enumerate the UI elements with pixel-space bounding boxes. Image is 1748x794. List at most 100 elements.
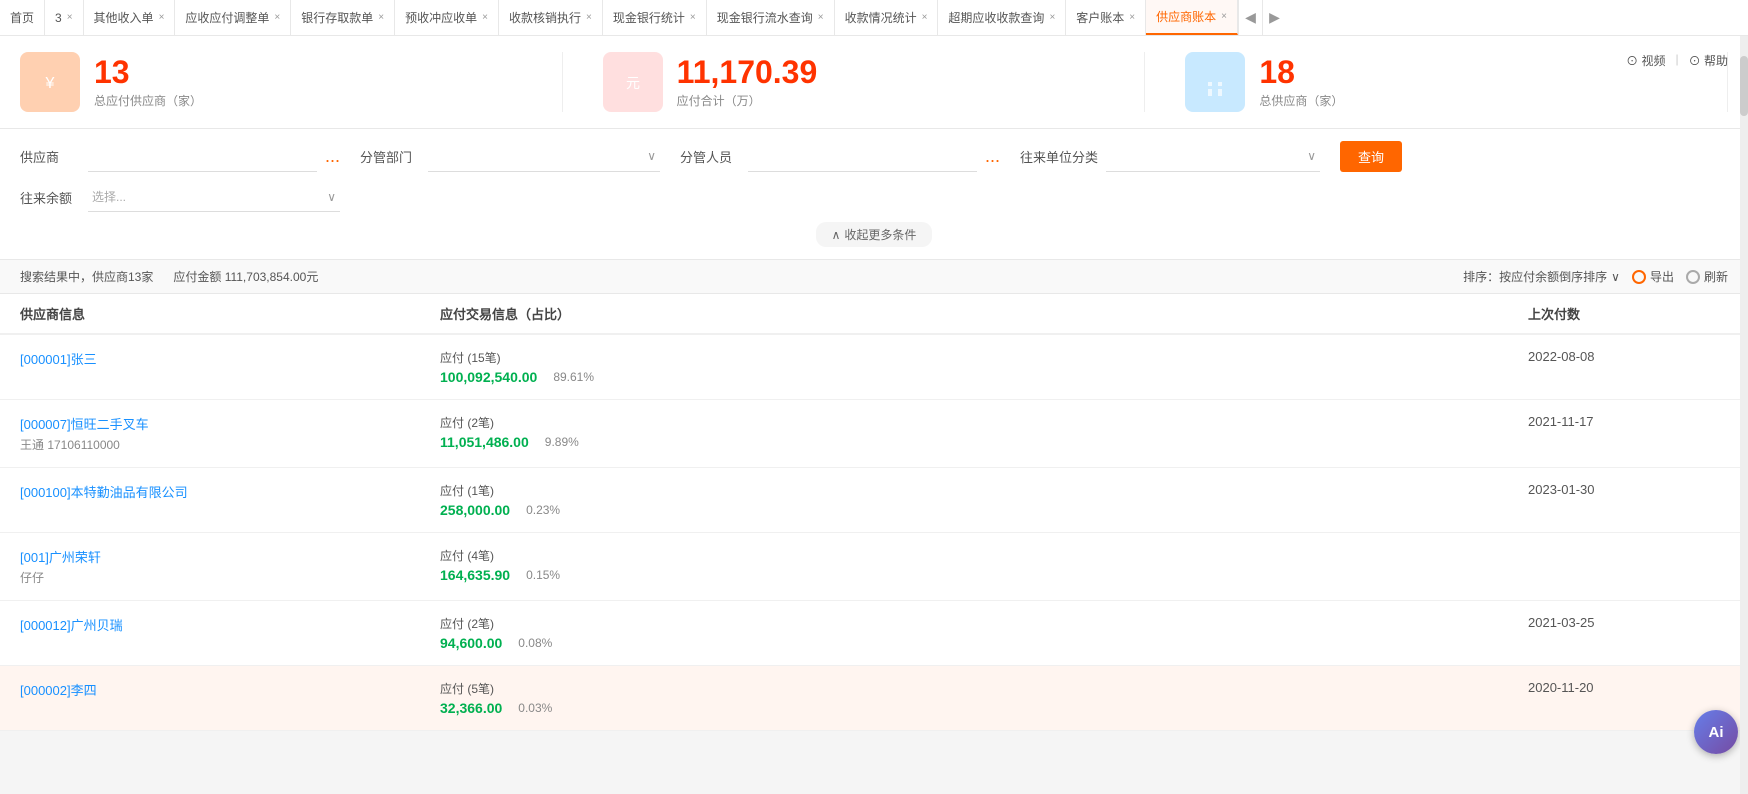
table-row: [000001]张三 应付 (15笔) 100,092,540.00 89.61… — [0, 335, 1748, 400]
nav-tab-overdue[interactable]: 超期应收收款查询 × — [938, 0, 1066, 35]
trans-amount-2[interactable]: 258,000.00 — [440, 502, 510, 518]
supplier-info-4: [000012]广州贝瑞 — [20, 615, 440, 634]
table-header: 供应商信息 应付交易信息（占比） 上次付数 — [0, 294, 1748, 335]
nav-tab-collect-stat-label: 收款情况统计 — [845, 9, 917, 26]
summary-num-total-payable: 11,170.39 — [677, 56, 818, 88]
trans-label-0: 应付 (15笔) — [440, 349, 1528, 366]
trans-amount-1[interactable]: 11,051,486.00 — [440, 434, 529, 450]
filter-item-category: 往来单位分类 ∨ — [1020, 142, 1320, 172]
nav-tab-supplier-book-close[interactable]: × — [1221, 11, 1227, 22]
nav-tab-supplier-book[interactable]: 供应商账本 × — [1146, 0, 1238, 35]
video-link[interactable]: ⊙ 视频 — [1626, 52, 1665, 69]
supplier-info-5: [000002]李四 — [20, 680, 440, 699]
nav-tab-bank-close[interactable]: × — [378, 12, 384, 23]
nav-tab-cash-stat-close[interactable]: × — [690, 12, 696, 23]
nav-tab-adjust[interactable]: 应收应付调整单 × — [175, 0, 291, 35]
refresh-button[interactable]: 刷新 — [1686, 268, 1728, 285]
trans-label-2: 应付 (1笔) — [440, 482, 1528, 499]
result-bar-right: 排序：按应付余额倒序排序 ∨ 导出 刷新 — [1463, 268, 1728, 285]
nav-tab-other-income[interactable]: 其他收入单 × — [84, 0, 176, 35]
nav-tab-cash-flow-close[interactable]: × — [818, 12, 824, 23]
help-divider: | — [1676, 52, 1679, 69]
table-row: [000007]恒旺二手叉车 王通 17106110000 应付 (2笔) 11… — [0, 400, 1748, 468]
nav-tab-customer-book[interactable]: 客户账本 × — [1066, 0, 1146, 35]
nav-tab-3-close[interactable]: × — [67, 12, 73, 23]
trans-percent-2: 0.23% — [526, 503, 560, 517]
supplier-info-1: [000007]恒旺二手叉车 王通 17106110000 — [20, 414, 440, 453]
table-row: [001]广州荣轩 仔仔 应付 (4笔) 164,635.90 0.15% — [0, 533, 1748, 601]
nav-tab-overdue-close[interactable]: × — [1049, 12, 1055, 23]
nav-arrow-left[interactable]: ◀ — [1238, 0, 1262, 35]
help-link[interactable]: ⊙ 帮助 — [1689, 52, 1728, 69]
trans-amount-0[interactable]: 100,092,540.00 — [440, 369, 537, 385]
nav-tab-prepay-offset[interactable]: 预收冲应收单 × — [395, 0, 499, 35]
trans-amount-4[interactable]: 94,600.00 — [440, 635, 502, 651]
nav-tab-collect-stat[interactable]: 收款情况统计 × — [835, 0, 939, 35]
result-bar-left: 搜索结果中，供应商13家 应付金额 111,703,854.00元 — [20, 268, 318, 285]
nav-tab-collect-stat-close[interactable]: × — [922, 12, 928, 23]
summary-card-total-payable: 元 11,170.39 应付合计（万） — [563, 52, 1146, 112]
collapse-up-icon: ∧ — [832, 228, 841, 242]
scroll-thumb[interactable] — [1740, 56, 1748, 116]
filter-area: 供应商 ... 分管部门 ∨ 分管人员 ... 往来单位分类 ∨ 查询 — [0, 129, 1748, 260]
nav-tab-adjust-close[interactable]: × — [274, 12, 280, 23]
supplier-name-2[interactable]: [000100]本特勤油品有限公司 — [20, 485, 188, 500]
nav-tab-collection-exec-label: 收款核销执行 — [509, 9, 581, 26]
nav-tab-other-income-close[interactable]: × — [159, 12, 165, 23]
nav-tab-bank[interactable]: 银行存取款单 × — [291, 0, 395, 35]
trans-percent-4: 0.08% — [518, 636, 552, 650]
table-row: [000012]广州贝瑞 应付 (2笔) 94,600.00 0.08% 202… — [0, 601, 1748, 666]
summary-info-total-suppliers: 18 总供应商（家） — [1259, 56, 1343, 109]
result-bar: 搜索结果中，供应商13家 应付金额 111,703,854.00元 排序：按应付… — [0, 260, 1748, 294]
category-select[interactable]: ∨ — [1106, 142, 1320, 172]
nav-tab-customer-book-close[interactable]: × — [1129, 12, 1135, 23]
summary-num-total-suppliers: 18 — [1259, 56, 1343, 88]
nav-tab-cash-stat[interactable]: 现金银行统计 × — [603, 0, 707, 35]
supplier-name-5[interactable]: [000002]李四 — [20, 683, 97, 698]
last-pay-0: 2022-08-08 — [1528, 349, 1728, 364]
nav-tab-collection-exec[interactable]: 收款核销执行 × — [499, 0, 603, 35]
supplier-info-2: [000100]本特勤油品有限公司 — [20, 482, 440, 501]
supplier-contact-3: 仔仔 — [20, 569, 440, 586]
video-label: 视频 — [1641, 54, 1665, 68]
export-button[interactable]: 导出 — [1632, 268, 1674, 285]
summary-card-payable-suppliers: ¥ 13 总应付供应商（家） — [20, 52, 563, 112]
person-input[interactable] — [748, 142, 977, 172]
nav-tab-home[interactable]: 首页 — [0, 0, 45, 35]
person-dots[interactable]: ... — [985, 146, 1000, 167]
supplier-name-4[interactable]: [000012]广州贝瑞 — [20, 618, 123, 633]
supplier-dots[interactable]: ... — [325, 146, 340, 167]
table-area: 供应商信息 应付交易信息（占比） 上次付数 [000001]张三 应付 (15笔… — [0, 294, 1748, 731]
supplier-name-0[interactable]: [000001]张三 — [20, 352, 97, 367]
dept-select[interactable]: ∨ — [428, 142, 660, 172]
nav-tab-prepay-offset-close[interactable]: × — [482, 12, 488, 23]
trans-amount-5[interactable]: 32,366.00 — [440, 700, 502, 716]
nav-tab-cash-flow-label: 现金银行流水查询 — [717, 9, 813, 26]
collapse-button[interactable]: ∧ 收起更多条件 — [816, 222, 933, 247]
trans-label-4: 应付 (2笔) — [440, 615, 1528, 632]
dept-label: 分管部门 — [360, 147, 420, 166]
sort-button[interactable]: 排序：按应付余额倒序排序 ∨ — [1463, 268, 1620, 285]
col-header-supplier: 供应商信息 — [20, 304, 440, 323]
summary-label-total-payable: 应付合计（万） — [677, 92, 818, 109]
supplier-input[interactable] — [88, 142, 317, 172]
nav-tab-cash-flow[interactable]: 现金银行流水查询 × — [707, 0, 835, 35]
ai-label: Ai — [1709, 724, 1724, 741]
summary-icon-payable: ¥ — [20, 52, 80, 112]
supplier-name-1[interactable]: [000007]恒旺二手叉车 — [20, 417, 149, 432]
nav-tab-adjust-label: 应收应付调整单 — [185, 9, 269, 26]
summary-label-total-suppliers: 总供应商（家） — [1259, 92, 1343, 109]
ai-button[interactable]: Ai — [1694, 710, 1738, 754]
filter-item-supplier: 供应商 ... — [20, 142, 340, 172]
balance-select[interactable]: 选择... ∨ — [88, 182, 340, 212]
nav-tab-supplier-book-label: 供应商账本 — [1156, 8, 1216, 25]
summary-info-total-payable: 11,170.39 应付合计（万） — [677, 56, 818, 109]
supplier-name-3[interactable]: [001]广州荣轩 — [20, 550, 101, 565]
scroll-bar[interactable] — [1740, 36, 1748, 794]
trans-amount-3[interactable]: 164,635.90 — [440, 567, 510, 583]
search-button[interactable]: 查询 — [1340, 141, 1402, 172]
nav-tab-3[interactable]: 3 × — [45, 0, 84, 35]
nav-arrow-right[interactable]: ▶ — [1262, 0, 1286, 35]
nav-tab-collection-exec-close[interactable]: × — [586, 12, 592, 23]
last-pay-4: 2021-03-25 — [1528, 615, 1728, 630]
